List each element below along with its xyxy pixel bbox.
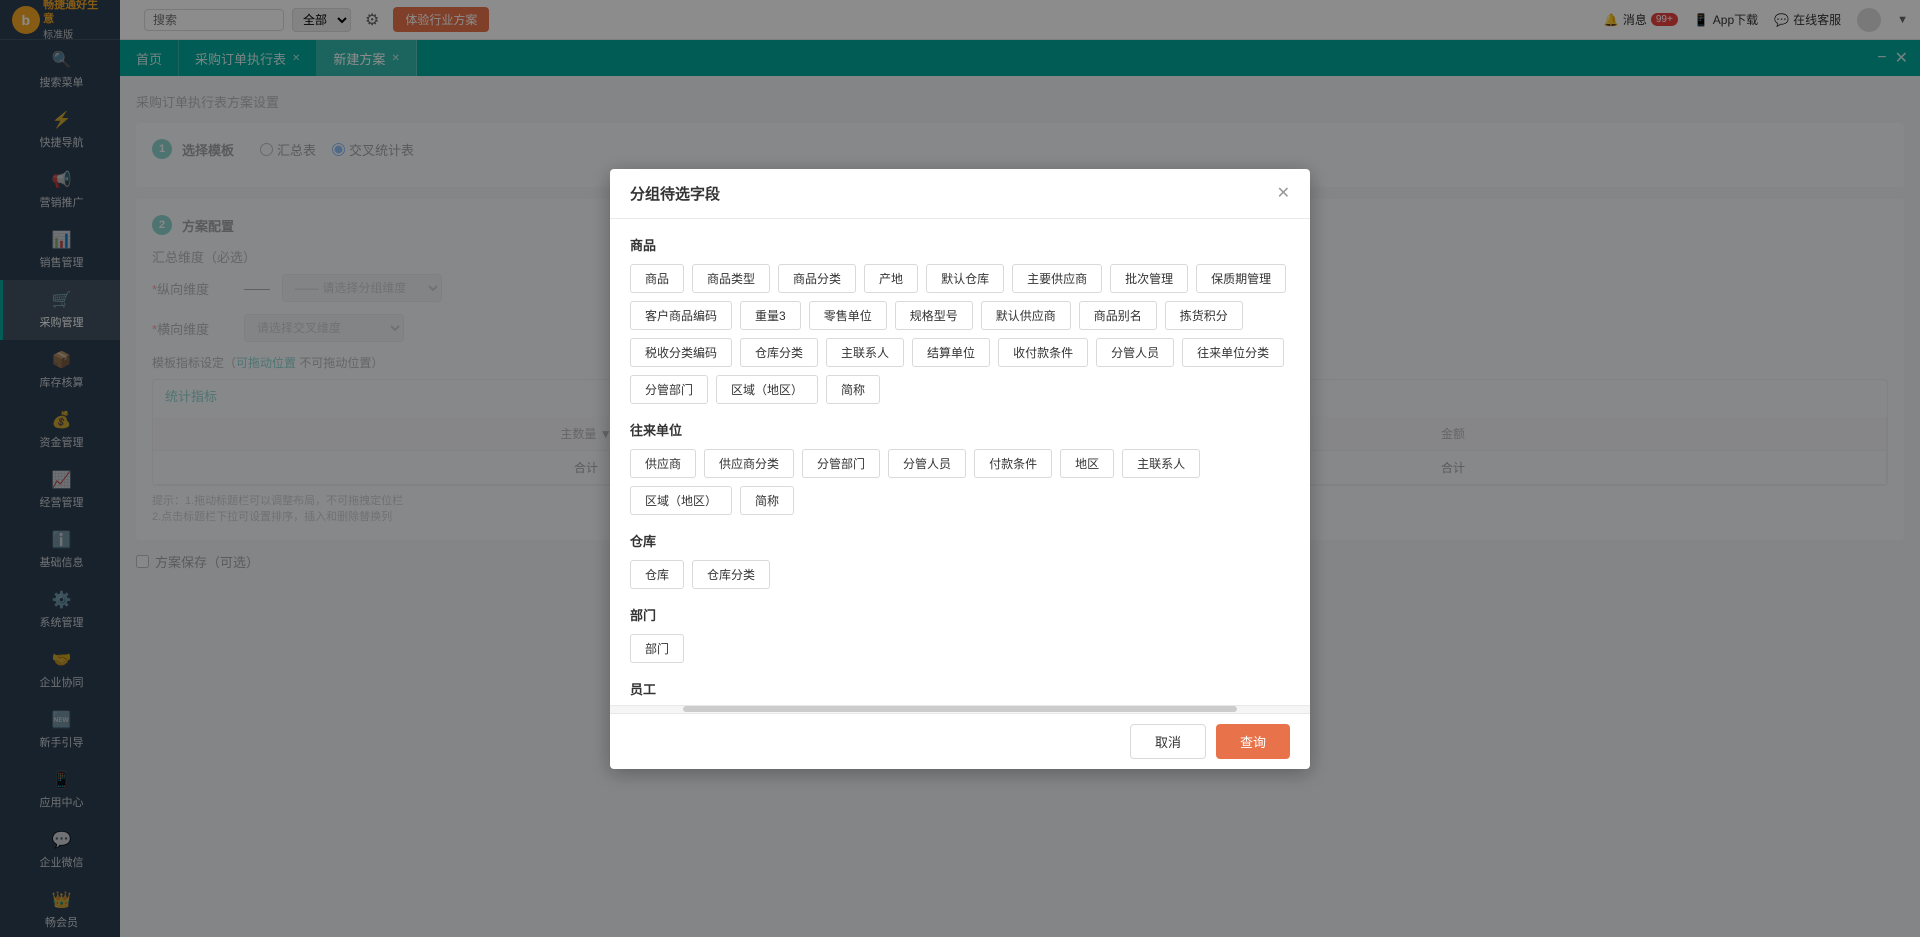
field-tag-1-0[interactable]: 供应商: [630, 449, 696, 478]
field-tag-0-11[interactable]: 规格型号: [895, 301, 973, 330]
field-tag-0-24[interactable]: 简称: [826, 375, 880, 404]
field-tag-1-4[interactable]: 付款条件: [974, 449, 1052, 478]
field-tag-0-10[interactable]: 零售单位: [809, 301, 887, 330]
modal-overlay: 分组待选字段 ✕ 商品商品商品类型商品分类产地默认仓库主要供应商批次管理保质期管…: [0, 0, 1920, 937]
field-tag-0-2[interactable]: 商品分类: [778, 264, 856, 293]
field-section-3: 部门部门: [630, 605, 1290, 663]
field-section-1: 往来单位供应商供应商分类分管部门分管人员付款条件地区主联系人区域（地区） 简称: [630, 420, 1290, 515]
field-tag-0-3[interactable]: 产地: [864, 264, 918, 293]
modal-header: 分组待选字段 ✕: [610, 169, 1310, 219]
section-title-3: 部门: [630, 605, 1290, 624]
field-tag-0-6[interactable]: 批次管理: [1110, 264, 1188, 293]
field-tag-0-20[interactable]: 分管人员: [1096, 338, 1174, 367]
field-tag-0-9[interactable]: 重量3: [740, 301, 801, 330]
field-tag-1-3[interactable]: 分管人员: [888, 449, 966, 478]
field-tag-0-0[interactable]: 商品: [630, 264, 684, 293]
field-tag-2-0[interactable]: 仓库: [630, 560, 684, 589]
section-title-2: 仓库: [630, 531, 1290, 550]
modal-close-button[interactable]: ✕: [1277, 183, 1290, 203]
field-tag-1-6[interactable]: 主联系人: [1122, 449, 1200, 478]
field-tag-2-1[interactable]: 仓库分类: [692, 560, 770, 589]
field-tags-3: 部门: [630, 634, 1290, 663]
field-tag-0-12[interactable]: 默认供应商: [981, 301, 1071, 330]
field-tag-0-23[interactable]: 区域（地区）: [716, 375, 818, 404]
modal-hscrollbar[interactable]: [610, 705, 1310, 713]
section-title-1: 往来单位: [630, 420, 1290, 439]
modal-cancel-button[interactable]: 取消: [1130, 724, 1206, 759]
field-tag-1-7[interactable]: 区域（地区）: [630, 486, 732, 515]
field-tag-0-8[interactable]: 客户商品编码: [630, 301, 732, 330]
hscroll-thumb: [683, 706, 1237, 712]
field-tag-0-4[interactable]: 默认仓库: [926, 264, 1004, 293]
modal-footer: 取消 查询: [610, 713, 1310, 769]
section-title-0: 商品: [630, 235, 1290, 254]
field-tag-1-8[interactable]: 简称: [740, 486, 794, 515]
field-tag-0-16[interactable]: 仓库分类: [740, 338, 818, 367]
field-tag-1-5[interactable]: 地区: [1060, 449, 1114, 478]
modal-confirm-button[interactable]: 查询: [1216, 724, 1290, 759]
field-tag-3-0[interactable]: 部门: [630, 634, 684, 663]
field-tags-1: 供应商供应商分类分管部门分管人员付款条件地区主联系人区域（地区） 简称: [630, 449, 1290, 515]
field-section-0: 商品商品商品类型商品分类产地默认仓库主要供应商批次管理保质期管理客户商品编码重量…: [630, 235, 1290, 404]
field-tag-0-21[interactable]: 往来单位分类: [1182, 338, 1284, 367]
field-tag-0-19[interactable]: 收付款条件: [998, 338, 1088, 367]
field-tags-2: 仓库仓库分类: [630, 560, 1290, 589]
field-tag-0-15[interactable]: 税收分类编码: [630, 338, 732, 367]
field-section-4: 员工业务员: [630, 679, 1290, 705]
field-tag-1-2[interactable]: 分管部门: [802, 449, 880, 478]
modal-title: 分组待选字段: [630, 183, 720, 204]
field-tag-1-1[interactable]: 供应商分类: [704, 449, 794, 478]
modal-body[interactable]: 商品商品商品类型商品分类产地默认仓库主要供应商批次管理保质期管理客户商品编码重量…: [610, 219, 1310, 705]
field-tag-0-7[interactable]: 保质期管理: [1196, 264, 1286, 293]
section-title-4: 员工: [630, 679, 1290, 698]
field-tag-0-18[interactable]: 结算单位: [912, 338, 990, 367]
field-tag-0-22[interactable]: 分管部门: [630, 375, 708, 404]
field-tag-0-1[interactable]: 商品类型: [692, 264, 770, 293]
field-tag-0-5[interactable]: 主要供应商: [1012, 264, 1102, 293]
field-tag-0-17[interactable]: 主联系人: [826, 338, 904, 367]
field-tags-0: 商品商品类型商品分类产地默认仓库主要供应商批次管理保质期管理客户商品编码重量3 零…: [630, 264, 1290, 404]
field-tag-0-13[interactable]: 商品别名: [1079, 301, 1157, 330]
field-section-2: 仓库仓库仓库分类: [630, 531, 1290, 589]
field-tag-0-14[interactable]: 拣货积分: [1165, 301, 1243, 330]
modal-dialog: 分组待选字段 ✕ 商品商品商品类型商品分类产地默认仓库主要供应商批次管理保质期管…: [610, 169, 1310, 769]
